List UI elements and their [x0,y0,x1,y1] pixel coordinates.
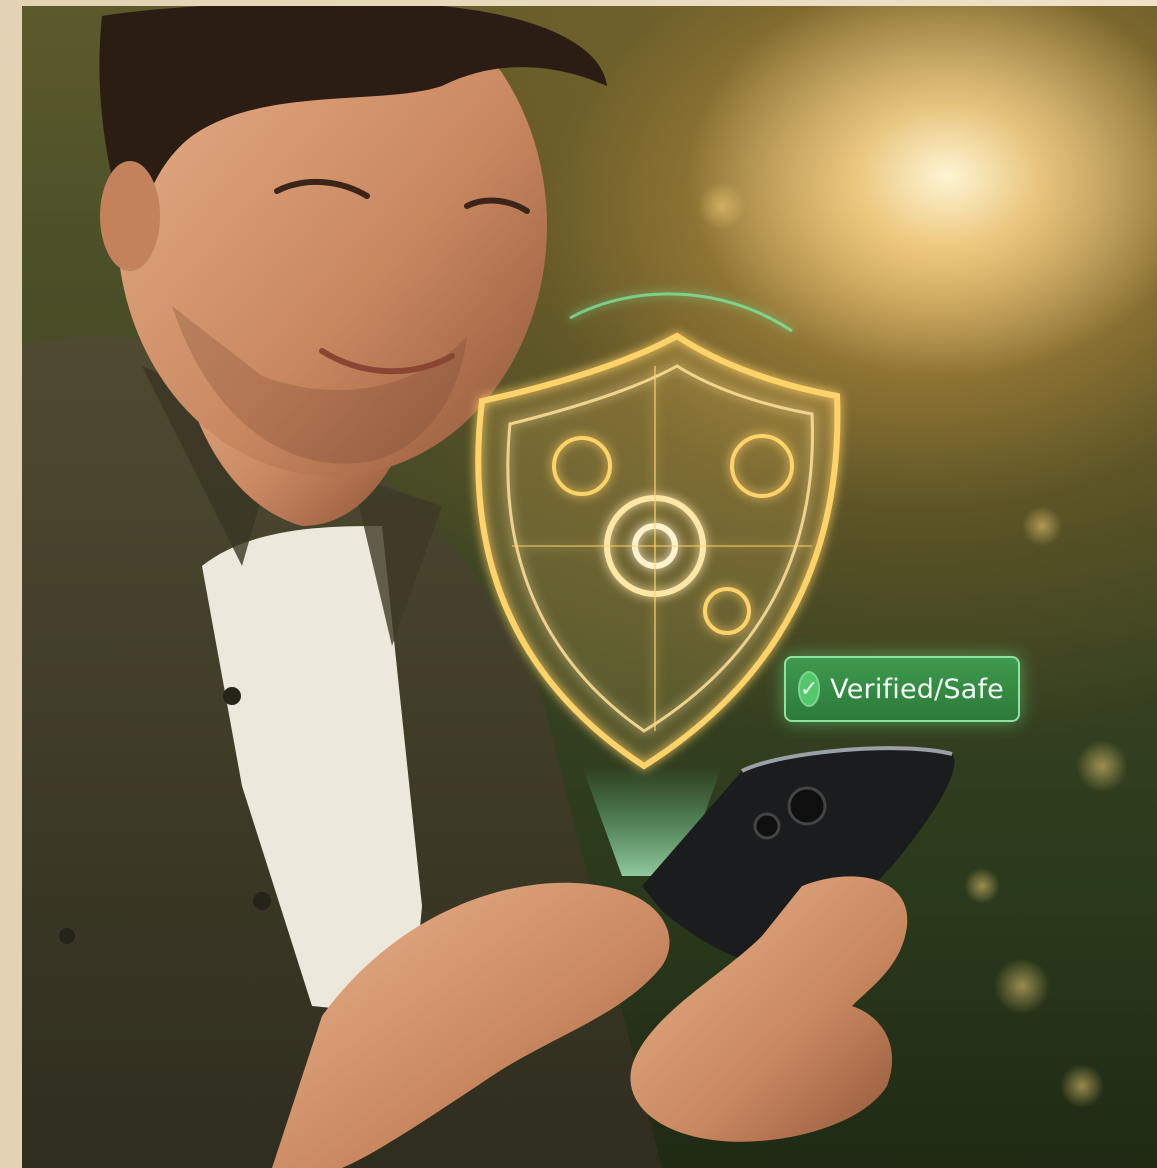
check-circle-icon: ✓ [798,671,821,707]
jacket-button [223,687,241,705]
verified-safe-badge: ✓ Verified/Safe [784,656,1020,722]
jacket-button [253,892,271,910]
scene-illustration [22,6,1128,1168]
photo: ✓ Verified/Safe [22,6,1157,1168]
jacket-button [59,928,75,944]
badge-label: Verified/Safe [830,673,1004,705]
